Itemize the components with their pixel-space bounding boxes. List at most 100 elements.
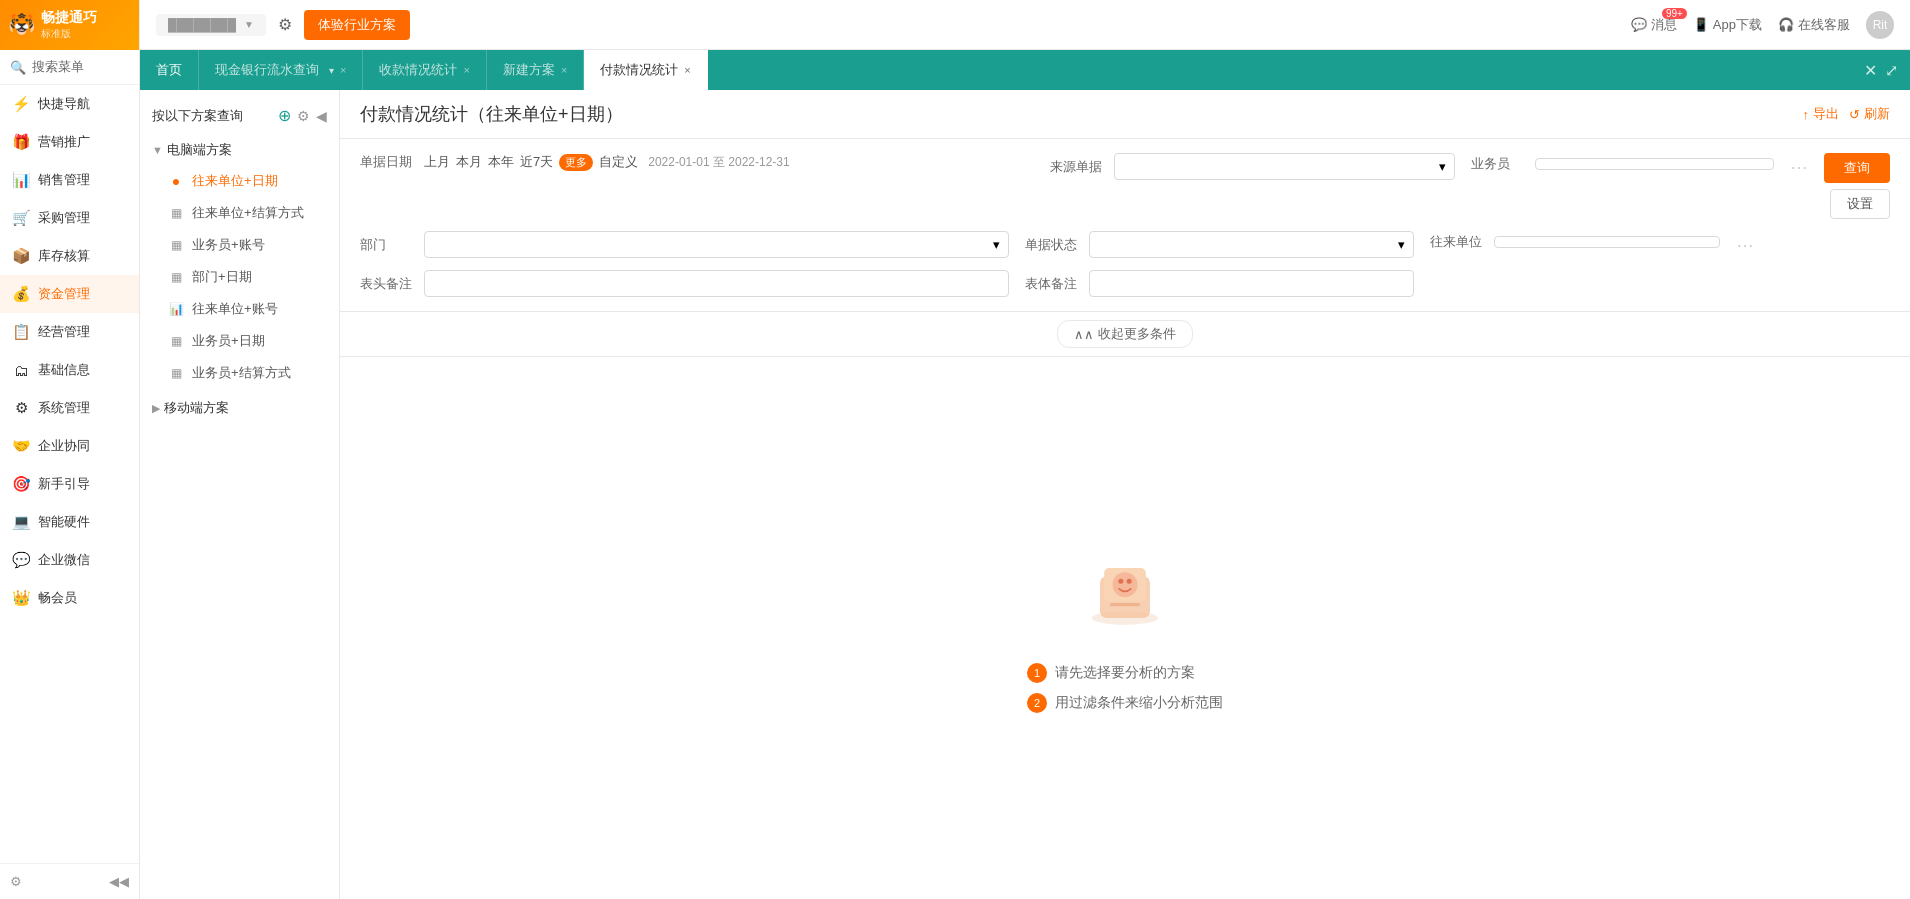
scheme-item-staff-settle[interactable]: ▦ 业务员+结算方式 xyxy=(140,357,339,389)
partner-account-label: 往来单位+账号 xyxy=(192,300,278,318)
scheme-item-partner-date[interactable]: ● 往来单位+日期 xyxy=(140,165,339,197)
more-opt[interactable]: 更多 xyxy=(559,154,593,171)
add-scheme-icon[interactable]: ⊕ xyxy=(278,106,291,125)
online-service-btn[interactable]: 🎧 在线客服 xyxy=(1778,16,1850,34)
partner-label: 往来单位 xyxy=(1430,233,1486,251)
sidebar-item-label: 畅会员 xyxy=(38,589,77,607)
wechat-icon: 💬 xyxy=(12,551,30,569)
body-note-input[interactable] xyxy=(1089,270,1414,297)
source-bill-label: 来源单据 xyxy=(1050,158,1106,176)
partner-select[interactable] xyxy=(1494,236,1720,248)
sidebar-item-finance[interactable]: 💰 资金管理 xyxy=(0,275,139,313)
svg-point-3 xyxy=(1113,572,1138,597)
tab-bank-flow[interactable]: 现金银行流水查询 ▾ × xyxy=(199,50,363,90)
query-btn[interactable]: 查询 xyxy=(1824,153,1890,183)
body-note-filter: 表体备注 xyxy=(1025,270,1414,297)
sidebar-item-purchase[interactable]: 🛒 采购管理 xyxy=(0,199,139,237)
dept-date-label: 部门+日期 xyxy=(192,268,252,286)
this-month-opt[interactable]: 本月 xyxy=(456,153,482,171)
sidebar-item-hardware[interactable]: 💻 智能硬件 xyxy=(0,503,139,541)
scheme-item-staff-date[interactable]: ▦ 业务员+日期 xyxy=(140,325,339,357)
bill-status-select[interactable]: ▾ xyxy=(1089,231,1414,258)
sidebar-item-guide[interactable]: 🎯 新手引导 xyxy=(0,465,139,503)
scheme-item-partner-account[interactable]: 📊 往来单位+账号 xyxy=(140,293,339,325)
close-new-scheme-icon[interactable]: × xyxy=(561,64,567,76)
dept-select[interactable]: ▾ xyxy=(424,231,1009,258)
last-month-opt[interactable]: 上月 xyxy=(424,153,450,171)
sidebar-item-business[interactable]: 📋 经营管理 xyxy=(0,313,139,351)
bill-date-label: 单据日期 xyxy=(360,153,416,171)
user-avatar[interactable]: Rit xyxy=(1866,11,1894,39)
partner-dots[interactable]: … xyxy=(1736,231,1754,252)
sidebar-item-basic[interactable]: 🗂 基础信息 xyxy=(0,351,139,389)
sidebar-item-enterprise[interactable]: 🤝 企业协同 xyxy=(0,427,139,465)
close-payment-stat-icon[interactable]: × xyxy=(684,64,690,76)
close-all-tabs-icon[interactable]: ✕ xyxy=(1864,61,1877,80)
sidebar-item-wechat[interactable]: 💬 企业微信 xyxy=(0,541,139,579)
source-bill-select[interactable]: ▾ xyxy=(1114,153,1455,180)
inventory-icon: 📦 xyxy=(12,247,30,265)
sidebar-search[interactable]: 🔍 搜索菜单 xyxy=(0,50,139,85)
sidebar-item-system[interactable]: ⚙ 系统管理 xyxy=(0,389,139,427)
this-year-opt[interactable]: 本年 xyxy=(488,153,514,171)
home-tab-label: 首页 xyxy=(156,61,182,79)
refresh-btn[interactable]: ↺ 刷新 xyxy=(1849,105,1890,123)
header-note-input[interactable] xyxy=(424,270,1009,297)
tab-new-scheme[interactable]: 新建方案 × xyxy=(487,50,584,90)
workspace-name: ████████ xyxy=(168,18,236,32)
tab-home[interactable]: 首页 xyxy=(140,50,199,90)
staff-filter: 业务员 … xyxy=(1471,153,1808,174)
filter-row-1: 单据日期 上月 本月 本年 近7天 更多 自定义 2022-01-01 至 20… xyxy=(360,153,1890,219)
mobile-group-label: 移动端方案 xyxy=(164,399,229,417)
close-receipt-stat-icon[interactable]: × xyxy=(463,64,469,76)
sidebar-item-marketing[interactable]: 🎁 营销推广 xyxy=(0,123,139,161)
empty-tip-2: 2 用过滤条件来缩小分析范围 xyxy=(1027,693,1223,713)
quick-nav-icon: ⚡ xyxy=(12,95,30,113)
collapse-conditions-btn[interactable]: ∧∧ 收起更多条件 xyxy=(1057,320,1193,348)
message-btn[interactable]: 💬 消息 99+ xyxy=(1631,16,1677,34)
bill-status-filter: 单据状态 ▾ xyxy=(1025,231,1414,258)
app-icon: 📱 xyxy=(1693,17,1709,32)
app-download-btn[interactable]: 📱 App下载 xyxy=(1693,16,1762,34)
scheme-item-partner-settle[interactable]: ▦ 往来单位+结算方式 xyxy=(140,197,339,229)
custom-opt[interactable]: 自定义 xyxy=(599,153,638,171)
filter-form: 单据日期 上月 本月 本年 近7天 更多 自定义 2022-01-01 至 20… xyxy=(340,139,1910,312)
collapse-sidebar-icon[interactable]: ◀◀ xyxy=(109,874,129,889)
export-btn[interactable]: ↑ 导出 xyxy=(1803,105,1840,123)
tip-num-2: 2 xyxy=(1027,693,1047,713)
sidebar-item-inventory[interactable]: 📦 库存核算 xyxy=(0,237,139,275)
bill-date-filter: 单据日期 上月 本月 本年 近7天 更多 自定义 2022-01-01 至 20… xyxy=(360,153,1034,171)
trial-btn[interactable]: 体验行业方案 xyxy=(304,10,410,40)
sidebar-item-label: 经营管理 xyxy=(38,323,90,341)
collapse-label: 收起更多条件 xyxy=(1098,325,1176,343)
sidebar-item-quick-nav[interactable]: ⚡ 快捷导航 xyxy=(0,85,139,123)
mobile-group-arrow: ▶ xyxy=(152,402,160,415)
scheme-item-staff-account[interactable]: ▦ 业务员+账号 xyxy=(140,229,339,261)
sidebar-item-sales[interactable]: 📊 销售管理 xyxy=(0,161,139,199)
tab-payment-stat[interactable]: 付款情况统计 × xyxy=(584,50,707,90)
collapse-scheme-icon[interactable]: ◀ xyxy=(316,108,327,124)
purchase-icon: 🛒 xyxy=(12,209,30,227)
sidebar-item-member[interactable]: 👑 畅会员 xyxy=(0,579,139,617)
page-title: 付款情况统计（往来单位+日期） xyxy=(360,102,623,126)
tab-receipt-stat[interactable]: 收款情况统计 × xyxy=(363,50,486,90)
staff-select[interactable] xyxy=(1535,158,1774,170)
settings-btn[interactable]: ⚙ xyxy=(278,15,292,34)
search-icon: 🔍 xyxy=(10,60,26,75)
mobile-group-title[interactable]: ▶ 移动端方案 xyxy=(140,393,339,423)
staff-label: 业务员 xyxy=(1471,155,1527,173)
staff-dots[interactable]: … xyxy=(1790,153,1808,174)
settings-icon[interactable]: ⚙ xyxy=(10,874,22,889)
last-7days-opt[interactable]: 近7天 xyxy=(520,153,553,171)
scheme-settings-icon[interactable]: ⚙ xyxy=(297,108,310,124)
source-bill-filter: 来源单据 ▾ xyxy=(1050,153,1455,180)
close-bank-flow-icon[interactable]: × xyxy=(340,64,346,76)
setting-btn[interactable]: 设置 xyxy=(1830,189,1890,219)
message-badge: 99+ xyxy=(1662,8,1687,19)
workspace-selector[interactable]: ████████ ▼ xyxy=(156,14,266,36)
scheme-item-dept-date[interactable]: ▦ 部门+日期 xyxy=(140,261,339,293)
pc-group-title[interactable]: ▼ 电脑端方案 xyxy=(140,135,339,165)
expand-tab-icon[interactable]: ⤢ xyxy=(1885,61,1898,80)
dept-label: 部门 xyxy=(360,236,416,254)
guide-icon: 🎯 xyxy=(12,475,30,493)
